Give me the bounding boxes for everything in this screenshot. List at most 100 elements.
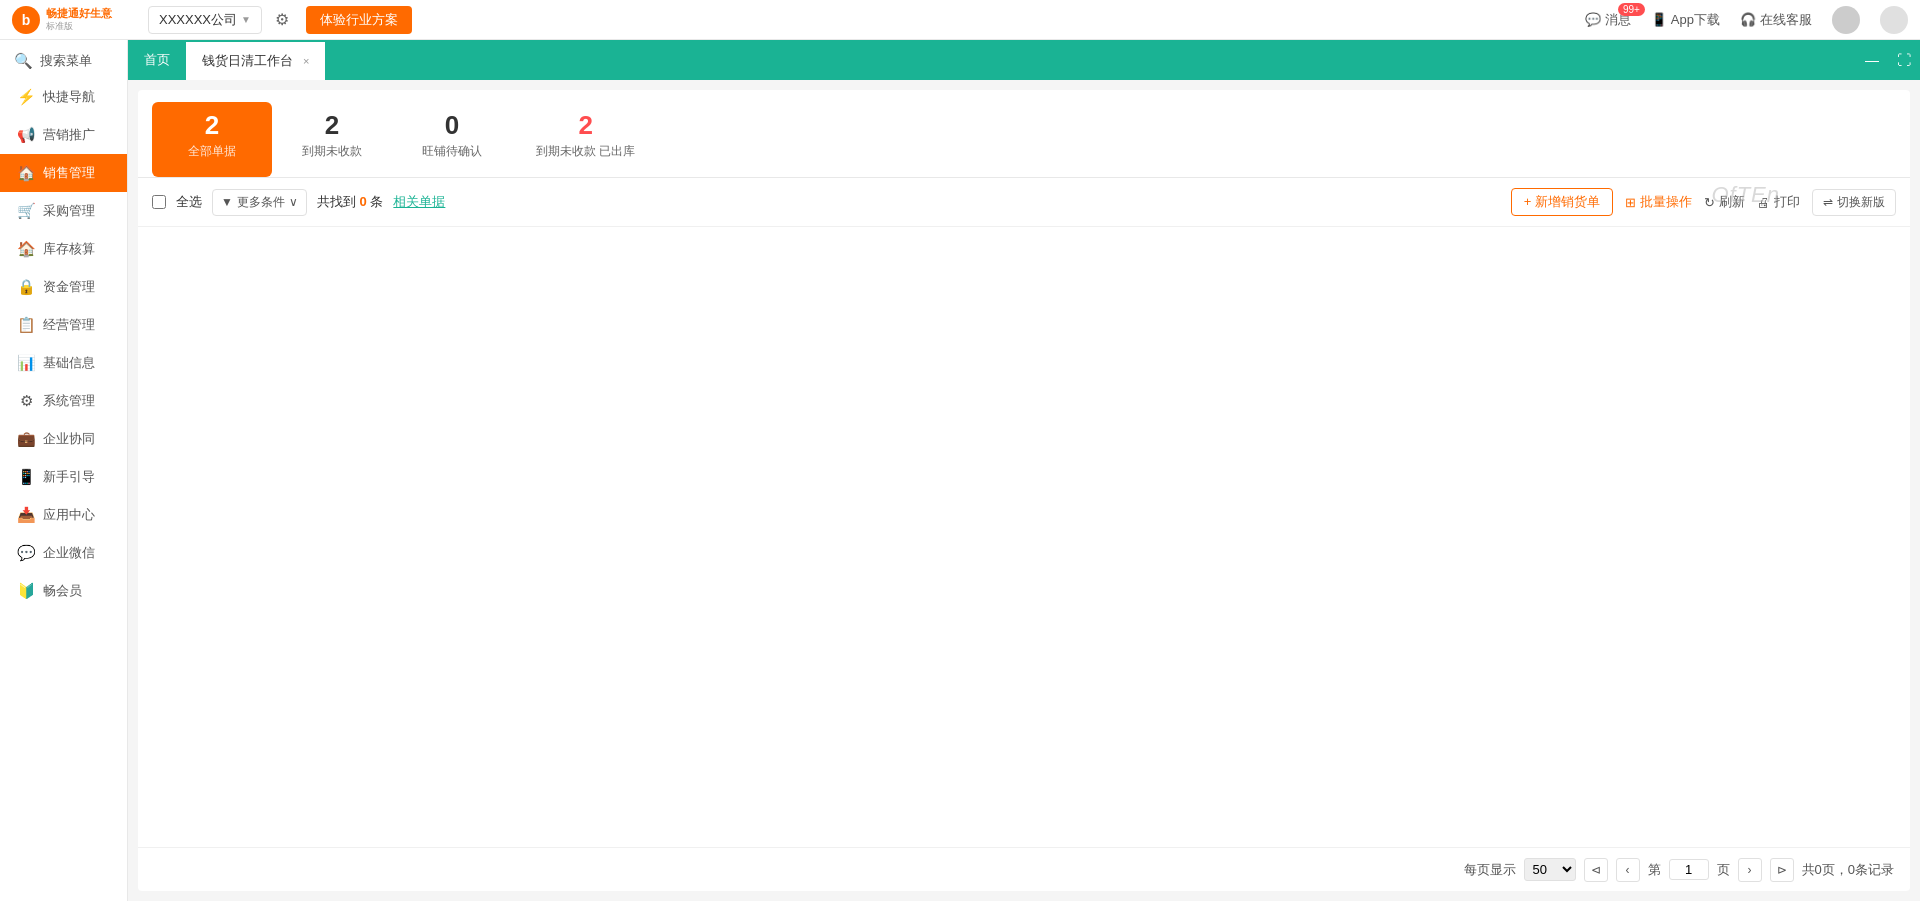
tab-close-icon[interactable]: × <box>303 55 309 67</box>
tab-home[interactable]: 首页 <box>128 40 186 80</box>
page-number-input[interactable] <box>1669 859 1709 880</box>
sidebar-item-operation[interactable]: 📋 经营管理 <box>0 306 127 344</box>
more-filter-button[interactable]: ▼ 更多条件 ∨ <box>212 189 307 216</box>
sidebar-item-basic-info[interactable]: 📊 基础信息 <box>0 344 127 382</box>
batch-icon: ⊞ <box>1625 195 1636 210</box>
beginner-icon: 📱 <box>17 468 35 486</box>
sidebar-item-member[interactable]: 🔰 畅会员 <box>0 572 127 610</box>
member-icon: 🔰 <box>17 582 35 600</box>
sidebar-menu: 🔍 搜索菜单 ⚡ 快捷导航 📢 营销推广 🏠 销售管理 🛒 采购管理 🏠 库存核… <box>0 40 127 901</box>
sidebar-purchase-label: 采购管理 <box>43 202 95 220</box>
content-inner: 2 全部单据 2 到期未收款 0 旺铺待确认 2 到期未收款 已出库 <box>138 90 1910 891</box>
company-dropdown-chevron: ▼ <box>241 14 251 25</box>
page-next-button[interactable]: › <box>1738 858 1762 882</box>
switch-label: 切换新版 <box>1837 194 1885 211</box>
sidebar-quick-nav-label: 快捷导航 <box>43 88 95 106</box>
messages-button[interactable]: 💬 消息 99+ <box>1585 11 1631 29</box>
page-size-select[interactable]: 50 20 100 <box>1524 858 1576 881</box>
sidebar-item-enterprise[interactable]: 💼 企业协同 <box>0 420 127 458</box>
sidebar-item-marketing[interactable]: 📢 营销推广 <box>0 116 127 154</box>
page-last-button[interactable]: ⊳ <box>1770 858 1794 882</box>
app-download-label: App下载 <box>1671 11 1720 29</box>
refresh-button[interactable]: ↻ 刷新 <box>1704 193 1745 211</box>
summary-card-overdue[interactable]: 2 到期未收款 <box>272 102 392 177</box>
related-link[interactable]: 相关单据 <box>393 193 445 211</box>
marketing-icon: 📢 <box>17 126 35 144</box>
tab-work-bench[interactable]: 钱货日清工作台 × <box>186 40 325 80</box>
settings-button[interactable]: ⚙ <box>268 6 296 34</box>
tab-work-bench-label: 钱货日清工作台 <box>202 52 293 70</box>
tab-maximize-button[interactable]: ⛶ <box>1888 40 1920 80</box>
sidebar-wechat-label: 企业微信 <box>43 544 95 562</box>
logo-area: b 畅捷通好生意 标准版 <box>12 6 140 34</box>
online-service-button[interactable]: 🎧 在线客服 <box>1740 11 1812 29</box>
sidebar-item-app-center[interactable]: 📥 应用中心 <box>0 496 127 534</box>
sidebar-beginner-label: 新手引导 <box>43 468 95 486</box>
summary-card-pending[interactable]: 0 旺铺待确认 <box>392 102 512 177</box>
summary-all-label: 全部单据 <box>172 143 252 160</box>
sidebar-sales-label: 销售管理 <box>43 164 95 182</box>
header-right: 💬 消息 99+ 📱 App下载 🎧 在线客服 <box>1585 6 1908 34</box>
sidebar-item-finance[interactable]: 🔒 资金管理 <box>0 268 127 306</box>
summary-card-all[interactable]: 2 全部单据 <box>152 102 272 177</box>
summary-overdue-label: 到期未收款 <box>296 143 368 160</box>
trial-button[interactable]: 体验行业方案 <box>306 6 412 34</box>
found-text: 共找到 0 条 <box>317 193 383 211</box>
switch-version-button[interactable]: ⇌ 切换新版 <box>1812 189 1896 216</box>
company-selector[interactable]: XXXXXX公司 ▼ <box>148 6 262 34</box>
app-name: 畅捷通好生意 <box>46 6 112 20</box>
download-icon: 📱 <box>1651 12 1667 27</box>
tab-minimize-button[interactable]: — <box>1856 40 1888 80</box>
page-prev-button[interactable]: ‹ <box>1616 858 1640 882</box>
sidebar-item-beginner[interactable]: 📱 新手引导 <box>0 458 127 496</box>
service-icon: 🎧 <box>1740 12 1756 27</box>
app-center-icon: 📥 <box>17 506 35 524</box>
summary-cards: 2 全部单据 2 到期未收款 0 旺铺待确认 2 到期未收款 已出库 <box>138 90 1910 178</box>
wechat-icon: 💬 <box>17 544 35 562</box>
summary-pending-num: 0 <box>416 110 488 141</box>
system-icon: ⚙ <box>17 392 35 410</box>
sidebar-app-center-label: 应用中心 <box>43 506 95 524</box>
sidebar-item-quick-nav[interactable]: ⚡ 快捷导航 <box>0 78 127 116</box>
summary-card-shipped[interactable]: 2 到期未收款 已出库 <box>512 102 659 177</box>
batch-operation-button[interactable]: ⊞ 批量操作 <box>1625 193 1692 211</box>
sidebar-basic-info-label: 基础信息 <box>43 354 95 372</box>
filter-btn-label: 更多条件 <box>237 194 285 211</box>
page-unit: 页 <box>1717 861 1730 879</box>
tab-home-label: 首页 <box>144 51 170 69</box>
sidebar: b 畅捷通好生意 标准版 🔍 搜索菜单 ⚡ 快捷导航 📢 营销推广 🏠 销售管理… <box>0 0 128 901</box>
main-content: 2 全部单据 2 到期未收款 0 旺铺待确认 2 到期未收款 已出库 <box>128 80 1920 901</box>
toolbar: 全选 ▼ 更多条件 ∨ 共找到 0 条 相关单据 + 新增销货单 ⊞ 批量操作 <box>138 178 1910 227</box>
app-version: 标准版 <box>46 20 112 33</box>
sidebar-item-inventory[interactable]: 🏠 库存核算 <box>0 230 127 268</box>
sidebar-operation-label: 经营管理 <box>43 316 95 334</box>
refresh-label: 刷新 <box>1719 193 1745 211</box>
user-avatar-2[interactable] <box>1880 6 1908 34</box>
page-first-button[interactable]: ⊲ <box>1584 858 1608 882</box>
page-size-label: 每页显示 <box>1464 861 1516 879</box>
sidebar-item-system[interactable]: ⚙ 系统管理 <box>0 382 127 420</box>
purchase-icon: 🛒 <box>17 202 35 220</box>
basic-info-icon: 📊 <box>17 354 35 372</box>
user-avatar[interactable] <box>1832 6 1860 34</box>
online-service-label: 在线客服 <box>1760 11 1812 29</box>
sidebar-item-sales[interactable]: 🏠 销售管理 <box>0 154 127 192</box>
sidebar-marketing-label: 营销推广 <box>43 126 95 144</box>
new-order-button[interactable]: + 新增销货单 <box>1511 188 1613 216</box>
print-button[interactable]: 🖨 打印 <box>1757 193 1800 211</box>
sidebar-system-label: 系统管理 <box>43 392 95 410</box>
toolbar-left: 全选 ▼ 更多条件 ∨ 共找到 0 条 相关单据 <box>152 189 445 216</box>
sidebar-item-purchase[interactable]: 🛒 采购管理 <box>0 192 127 230</box>
sidebar-member-label: 畅会员 <box>43 582 82 600</box>
total-text: 共0页，0条记录 <box>1802 861 1894 879</box>
refresh-icon: ↻ <box>1704 195 1715 210</box>
select-all-checkbox[interactable] <box>152 195 166 209</box>
messages-badge: 99+ <box>1618 3 1645 16</box>
sidebar-item-search[interactable]: 🔍 搜索菜单 <box>0 44 127 78</box>
app-download-button[interactable]: 📱 App下载 <box>1651 11 1720 29</box>
sidebar-finance-label: 资金管理 <box>43 278 95 296</box>
sidebar-item-wechat[interactable]: 💬 企业微信 <box>0 534 127 572</box>
sidebar-search-label: 搜索菜单 <box>40 52 92 70</box>
finance-icon: 🔒 <box>17 278 35 296</box>
toolbar-right: + 新增销货单 ⊞ 批量操作 ↻ 刷新 🖨 打印 ⇌ 切换新版 <box>1511 188 1896 216</box>
